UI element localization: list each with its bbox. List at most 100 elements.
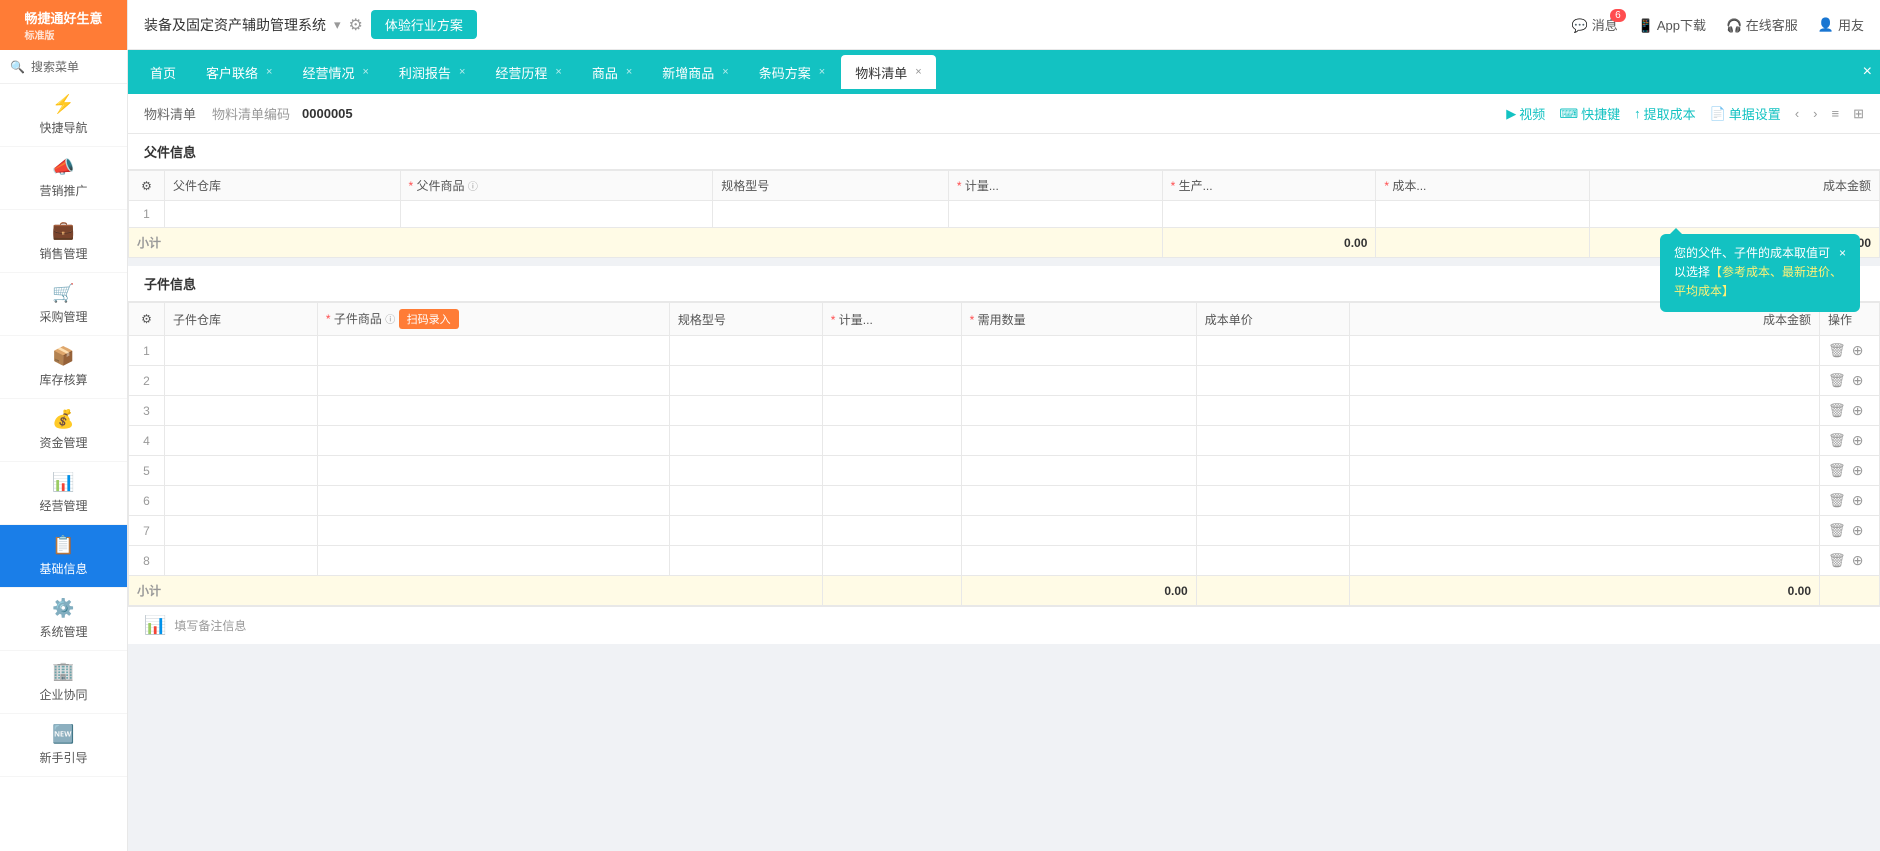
tooltip-close-btn[interactable]: × [1839,244,1846,263]
delete-icon[interactable]: 🗑 [1828,402,1846,419]
child-row-2-warehouse[interactable] [165,366,318,396]
delete-icon[interactable]: 🗑 [1828,372,1846,389]
quick-nav-icon: ⚡ [52,94,74,115]
delete-icon[interactable]: 🗑 [1828,342,1846,359]
tab-goods-close[interactable]: × [626,66,632,78]
tab-customer[interactable]: 客户联络 × [192,55,286,89]
sidebar-item-marketing[interactable]: 📣 营销推广 [0,147,127,210]
parent-row-1-cost[interactable] [1376,201,1590,228]
logo-sub: 标准版 [24,27,102,42]
tab-add-goods-label: 新增商品 [662,63,714,82]
tab-profit-report-close[interactable]: × [459,66,465,78]
tab-operation-history-close[interactable]: × [555,66,561,78]
copy-icon[interactable]: ⊕ [1852,552,1864,569]
sidebar-item-quick-nav[interactable]: ⚡ 快捷导航 [0,84,127,147]
sidebar-item-finance[interactable]: 💰 资金管理 [0,399,127,462]
sidebar-item-system[interactable]: ⚙️ 系统管理 [0,588,127,651]
child-row-2-goods[interactable] [317,366,669,396]
close-all-tabs[interactable]: × [1863,63,1872,81]
sidebar-item-label: 基础信息 [39,560,87,577]
tab-profit-report-label: 利润报告 [399,63,451,82]
sidebar-item-basic[interactable]: 📋 基础信息 [0,525,127,588]
delete-icon[interactable]: 🗑 [1828,522,1846,539]
sidebar-item-purchase[interactable]: 🛒 采购管理 [0,273,127,336]
tab-barcode[interactable]: 条码方案 × [745,55,839,89]
copy-icon[interactable]: ⊕ [1852,432,1864,449]
parent-col-unit: * 计量... [948,171,1162,201]
online-service[interactable]: 🎧 在线客服 [1726,15,1798,34]
parent-row-1-prod[interactable] [1162,201,1376,228]
tab-goods[interactable]: 商品 × [578,55,646,89]
child-row-2-qty[interactable] [961,366,1196,396]
message-item[interactable]: 💬 消息 6 [1572,15,1618,34]
child-row-2-unit-cost[interactable] [1196,366,1349,396]
tab-operation-status-close[interactable]: × [362,66,368,78]
child-row-1-spec[interactable] [669,336,822,366]
child-row-1-unit-cost[interactable] [1196,336,1349,366]
child-col-settings[interactable]: ⚙ [129,303,165,336]
nav-next-icon[interactable]: › [1813,106,1817,121]
tab-operation-history[interactable]: 经营历程 × [481,55,575,89]
parent-row-1-goods[interactable] [400,201,713,228]
tab-operation-status[interactable]: 经营情况 × [288,55,382,89]
dropdown-icon[interactable]: ▾ [334,17,341,33]
child-row-1-unit[interactable] [822,336,961,366]
child-col-goods: * 子件商品 ⓘ 扫码录入 [317,303,669,336]
child-row-1-qty[interactable] [961,336,1196,366]
delete-icon[interactable]: 🗑 [1828,462,1846,479]
sidebar-item-enterprise[interactable]: 🏢 企业协同 [0,651,127,714]
search-icon: 🔍 [10,60,25,74]
parent-col-goods: * 父件商品 ⓘ [400,171,713,201]
sidebar-item-operation[interactable]: 📊 经营管理 [0,462,127,525]
shortcut-action[interactable]: ⌨ 快捷键 [1559,104,1620,123]
scan-btn[interactable]: 扫码录入 [399,309,459,329]
child-row-1-action: 🗑 ⊕ [1820,336,1880,366]
tab-customer-close[interactable]: × [266,66,272,78]
delete-icon[interactable]: 🗑 [1828,492,1846,509]
copy-icon[interactable]: ⊕ [1852,372,1864,389]
grid-view-icon[interactable]: ≡ [1832,106,1840,121]
delete-icon[interactable]: 🗑 [1828,432,1846,449]
child-row-1-warehouse[interactable] [165,336,318,366]
app-download[interactable]: 📱 App下载 [1638,15,1706,34]
tab-add-goods-close[interactable]: × [722,66,728,78]
child-row-1-goods[interactable] [317,336,669,366]
tab-home[interactable]: 首页 [136,55,190,89]
main-area: 装备及固定资产辅助管理系统 ▾ ⚙ 体验行业方案 💬 消息 6 📱 App下载 … [128,0,1880,851]
copy-icon[interactable]: ⊕ [1852,522,1864,539]
child-row-2-spec[interactable] [669,366,822,396]
trial-btn[interactable]: 体验行业方案 [371,10,477,39]
copy-icon[interactable]: ⊕ [1852,462,1864,479]
parent-row-1-unit[interactable] [948,201,1162,228]
tab-bom-close[interactable]: × [915,66,921,78]
copy-icon[interactable]: ⊕ [1852,492,1864,509]
copy-icon[interactable]: ⊕ [1852,402,1864,419]
copy-icon[interactable]: ⊕ [1852,342,1864,359]
list-view-icon[interactable]: ⊞ [1853,106,1864,122]
parent-row-1-spec[interactable] [713,201,949,228]
parent-section-title: 父件信息 [128,134,1880,170]
view-action[interactable]: ▶ 视频 [1506,104,1545,123]
delete-icon[interactable]: 🗑 [1828,552,1846,569]
parent-col-cost: * 成本... [1376,171,1590,201]
tab-profit-report[interactable]: 利润报告 × [385,55,479,89]
extract-cost-action[interactable]: ↑ 提取成本 [1634,104,1696,123]
sidebar-item-guide[interactable]: 🆕 新手引导 [0,714,127,777]
single-setting-action[interactable]: 📄 单据设置 [1710,104,1781,123]
parent-col-spec: 规格型号 [713,171,949,201]
child-row-2-unit[interactable] [822,366,961,396]
nav-prev-icon[interactable]: ‹ [1795,106,1799,121]
search-menu[interactable]: 🔍 搜索菜单 [0,50,127,84]
gear-icon[interactable]: ⚙ [349,15,363,35]
tab-bom[interactable]: 物料清单 × [841,55,935,89]
nav-tabs: 首页 客户联络 × 经营情况 × 利润报告 × 经营历程 × 商品 × 新增商品… [128,50,1880,94]
parent-col-settings[interactable]: ⚙ [129,171,165,201]
parent-row-1-warehouse[interactable] [165,201,401,228]
sidebar-item-inventory[interactable]: 📦 库存核算 [0,336,127,399]
tab-add-goods[interactable]: 新增商品 × [648,55,742,89]
tab-barcode-close[interactable]: × [819,66,825,78]
user-avatar[interactable]: 👤 用友 [1818,15,1864,34]
parent-subtotal-label: 小计 [129,228,1163,258]
sidebar-item-sales[interactable]: 💼 销售管理 [0,210,127,273]
marketing-icon: 📣 [52,157,74,178]
